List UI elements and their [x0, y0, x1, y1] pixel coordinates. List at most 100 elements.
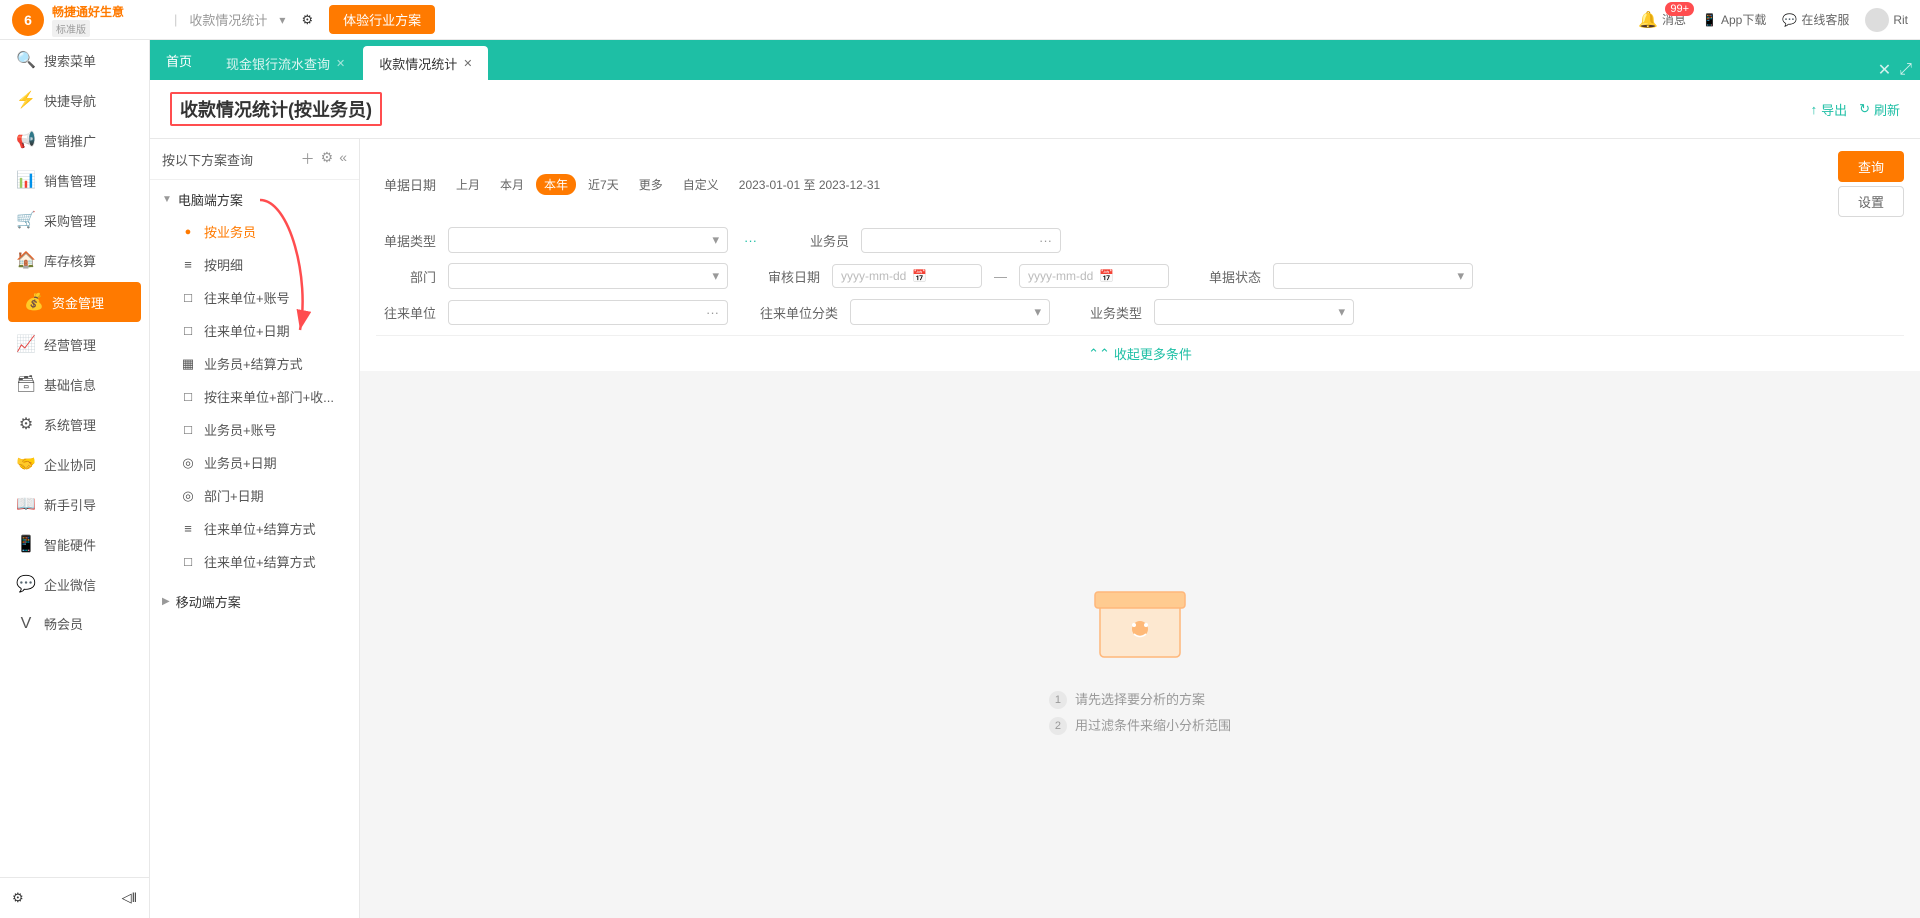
scheme-staff-account[interactable]: □ 业务员+账号 — [150, 413, 359, 446]
logo-name: 畅捷通好生意 — [52, 3, 124, 20]
scheme-partner-account[interactable]: □ 往来单位+账号 — [150, 281, 359, 314]
partner-select[interactable]: ··· — [448, 300, 728, 325]
staff-date-icon: ◎ — [180, 455, 196, 471]
sidebar-item-sales[interactable]: 📊 销售管理 — [0, 160, 149, 200]
logo-icon: 6 — [12, 4, 44, 36]
notification-area[interactable]: 🔔 消息 99+ — [1638, 10, 1686, 30]
dept-date-icon: ◎ — [180, 488, 196, 504]
date-tab-lastmonth[interactable]: 上月 — [448, 174, 488, 195]
filter-row-1: 单据日期 上月 本月 本年 近7天 更多 自定义 2023-01-01 至 20… — [376, 151, 1904, 217]
refresh-icon: ↻ — [1859, 101, 1870, 117]
left-panel-actions: ＋ ⚙ « — [301, 149, 347, 169]
tab-home[interactable]: 首页 — [150, 40, 208, 80]
tab-close-all[interactable]: ✕ — [1878, 60, 1891, 80]
online-service[interactable]: 💬 在线客服 — [1782, 11, 1849, 28]
empty-steps: 1 请先选择要分析的方案 2 用过滤条件来缩小分析范围 — [1049, 687, 1231, 739]
scheme-staff-settle[interactable]: ▦ 业务员+结算方式 — [150, 347, 359, 380]
tab-collection-stats[interactable]: 收款情况统计 ✕ — [363, 46, 488, 80]
sidebar-item-inventory[interactable]: 🏠 库存核算 — [0, 240, 149, 280]
doctype-arrow: ▾ — [712, 232, 719, 248]
hardware-icon: 📱 — [16, 534, 36, 554]
left-panel-header: 按以下方案查询 ＋ ⚙ « — [150, 139, 359, 180]
dropdown-icon[interactable]: ▾ — [279, 13, 285, 27]
marketing-icon: 📢 — [16, 130, 36, 150]
biztype-label: 业务类型 — [1082, 303, 1142, 322]
query-button[interactable]: 查询 — [1838, 151, 1904, 182]
sidebar: 🔍 搜索菜单 ⚡ 快捷导航 📢 营销推广 📊 销售管理 🛒 采购管理 🏠 库存核… — [0, 40, 150, 918]
detail-scheme-icon: ≡ — [180, 257, 196, 272]
scheme-partner-dept[interactable]: □ 按往来单位+部门+收... — [150, 380, 359, 413]
collapse-panel-button[interactable]: « — [339, 149, 347, 169]
scheme-by-staff[interactable]: ● 按业务员 — [150, 215, 359, 248]
empty-step2: 用过滤条件来缩小分析范围 — [1075, 713, 1231, 739]
sidebar-item-wechat[interactable]: 💬 企业微信 — [0, 564, 149, 604]
close-bank-flow-tab[interactable]: ✕ — [336, 57, 345, 70]
scheme-partner-settle2[interactable]: □ 往来单位+结算方式 — [150, 545, 359, 578]
refresh-button[interactable]: ↻ 刷新 — [1859, 100, 1900, 119]
partner-category-select[interactable]: ▾ — [850, 299, 1050, 325]
export-button[interactable]: ↑ 导出 — [1811, 100, 1848, 119]
dept-select[interactable]: ▾ — [448, 263, 728, 289]
partner-settle2-icon: □ — [180, 554, 196, 569]
staff-select[interactable]: ··· — [861, 228, 1061, 253]
sidebar-item-vip[interactable]: V 畅会员 — [0, 604, 149, 643]
partner-more: ··· — [706, 305, 719, 320]
app-download[interactable]: 📱 App下载 — [1702, 11, 1766, 28]
date-tab-7days[interactable]: 近7天 — [580, 174, 627, 195]
add-scheme-button[interactable]: ＋ — [301, 149, 315, 169]
sidebar-item-purchase[interactable]: 🛒 采购管理 — [0, 200, 149, 240]
sidebar-item-basic[interactable]: 🗃 基础信息 — [0, 364, 149, 404]
sidebar-item-guide[interactable]: 📖 新手引导 — [0, 484, 149, 524]
tab-bank-flow[interactable]: 现金银行流水查询 ✕ — [210, 46, 361, 80]
date-range-display: 2023-01-01 至 2023-12-31 — [739, 176, 880, 193]
user-area[interactable]: Rit — [1865, 8, 1908, 32]
sidebar-item-quicknav[interactable]: ⚡ 快捷导航 — [0, 80, 149, 120]
scheme-staff-date[interactable]: ◎ 业务员+日期 — [150, 446, 359, 479]
tab-maximize[interactable]: ⤢ — [1899, 61, 1912, 79]
date-tab-thisyear[interactable]: 本年 — [536, 174, 576, 195]
biztype-arrow: ▾ — [1338, 304, 1345, 320]
review-date-label: 审核日期 — [760, 267, 820, 286]
tab-bar-right: ✕ ⤢ — [1878, 60, 1920, 80]
page-header: 收款情况统计(按业务员) ↑ 导出 ↻ 刷新 — [150, 80, 1920, 139]
sidebar-item-marketing[interactable]: 📢 营销推广 — [0, 120, 149, 160]
sidebar-bottom: ⚙ ◁‖ — [0, 877, 149, 918]
sidebar-item-system[interactable]: ⚙ 系统管理 — [0, 404, 149, 444]
date-separator: — — [994, 269, 1007, 284]
sidebar-item-finance[interactable]: 💰 资金管理 — [8, 282, 141, 322]
trial-button[interactable]: 体验行业方案 — [329, 5, 435, 34]
settings-button[interactable]: 设置 — [1838, 186, 1904, 217]
date-tab-thismonth[interactable]: 本月 — [492, 174, 532, 195]
sidebar-item-operations[interactable]: 📈 经营管理 — [0, 324, 149, 364]
page-title: 收款情况统计(按业务员) — [170, 92, 382, 126]
scheme-settings-button[interactable]: ⚙ — [321, 149, 334, 169]
scheme-partner-date[interactable]: □ 往来单位+日期 — [150, 314, 359, 347]
doctype-more[interactable]: ··· — [744, 233, 757, 248]
mobile-scheme-title[interactable]: ▶ 移动端方案 — [150, 586, 359, 617]
date-tab-custom[interactable]: 自定义 — [675, 174, 727, 195]
settings-bottom-icon[interactable]: ⚙ — [12, 890, 24, 906]
desktop-scheme-title[interactable]: ▼ 电脑端方案 — [150, 184, 359, 215]
scheme-by-detail[interactable]: ≡ 按明细 — [150, 248, 359, 281]
sidebar-item-search[interactable]: 🔍 搜索菜单 — [0, 40, 149, 80]
review-date-start[interactable]: yyyy-mm-dd 📅 — [832, 264, 982, 288]
collapse-icon-up: ⌃⌃ — [1088, 346, 1110, 362]
staff-label: 业务员 — [789, 231, 849, 250]
scheme-dept-date[interactable]: ◎ 部门+日期 — [150, 479, 359, 512]
top-bar-left: 6 畅捷通好生意 标准版 | 收款情况统计 ▾ ⚙ 体验行业方案 — [12, 3, 435, 37]
scheme-partner-settle1[interactable]: ≡ 往来单位+结算方式 — [150, 512, 359, 545]
docstatus-select[interactable]: ▾ — [1273, 263, 1473, 289]
sidebar-item-collab[interactable]: 🤝 企业协同 — [0, 444, 149, 484]
biztype-select[interactable]: ▾ — [1154, 299, 1354, 325]
sidebar-item-hardware[interactable]: 📱 智能硬件 — [0, 524, 149, 564]
collapse-icon[interactable]: ◁‖ — [122, 890, 137, 906]
notification-badge: 99+ — [1665, 2, 1694, 16]
page-actions: ↑ 导出 ↻ 刷新 — [1811, 100, 1900, 119]
settings-icon[interactable]: ⚙ — [301, 12, 313, 28]
collapse-conditions[interactable]: ⌃⌃ 收起更多条件 — [376, 335, 1904, 371]
doctype-select[interactable]: ▾ — [448, 227, 728, 253]
wechat-icon: 💬 — [16, 574, 36, 594]
review-date-end[interactable]: yyyy-mm-dd 📅 — [1019, 264, 1169, 288]
close-collection-stats-tab[interactable]: ✕ — [463, 57, 472, 70]
date-tab-more[interactable]: 更多 — [631, 174, 671, 195]
